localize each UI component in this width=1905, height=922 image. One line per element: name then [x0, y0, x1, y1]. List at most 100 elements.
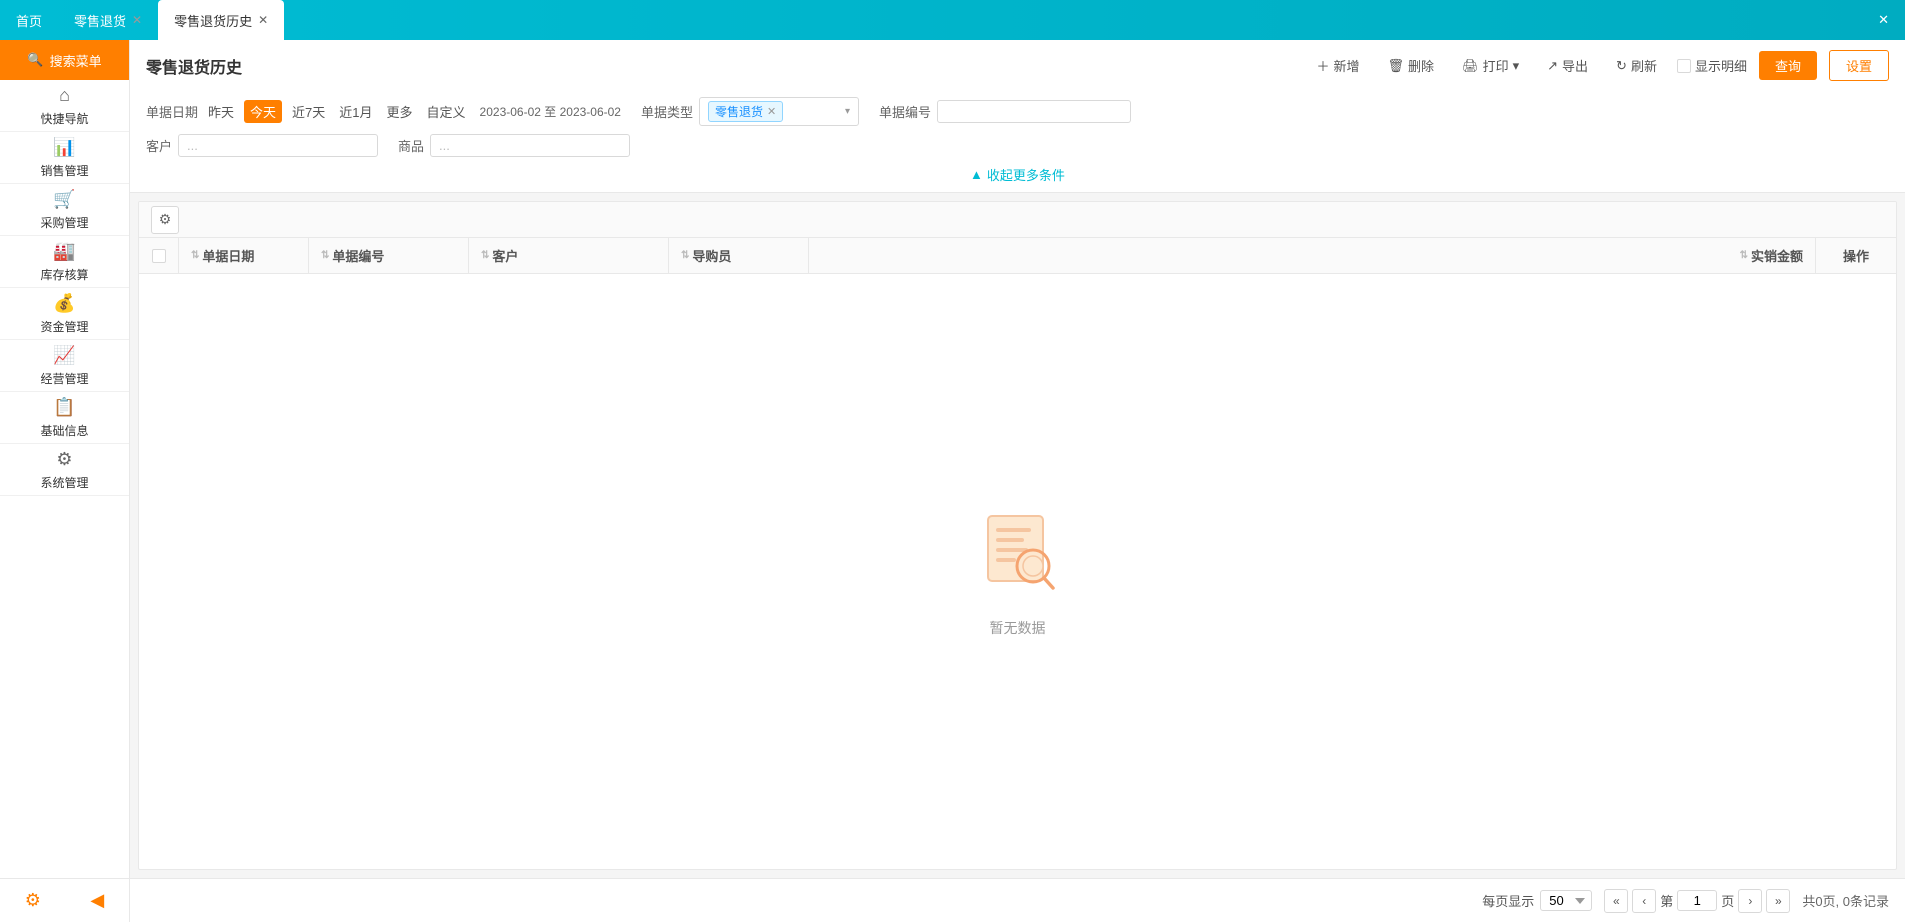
page-label: 第 — [1660, 891, 1673, 910]
th-guide-label: 导购员 — [692, 246, 731, 265]
delete-button[interactable]: 🗑 删除 — [1380, 52, 1443, 79]
th-order-num-label: 单据编号 — [332, 246, 384, 265]
print-icon: 🖨 — [1462, 58, 1479, 74]
sidebar-search[interactable]: 🔍 搜索菜单 — [0, 40, 129, 80]
empty-text: 暂无数据 — [990, 618, 1046, 638]
sidebar-item-label: 经营管理 — [40, 370, 88, 387]
date-opt-custom[interactable]: 自定义 — [423, 100, 470, 123]
refresh-button[interactable]: ↻ 刷新 — [1608, 52, 1665, 79]
add-label: 新增 — [1334, 56, 1360, 75]
system-icon: ⚙ — [56, 449, 72, 470]
th-amount-label: 实销金额 — [1751, 246, 1803, 265]
refresh-icon: ↻ — [1616, 58, 1627, 74]
page-last-btn[interactable]: » — [1766, 889, 1790, 913]
sidebar-item-quick-nav[interactable]: ⌂ 快捷导航 — [0, 80, 129, 132]
export-button[interactable]: ↗ 导出 — [1539, 52, 1596, 79]
order-num-label: 单据编号 — [879, 102, 931, 121]
page-next-btn[interactable]: › — [1738, 889, 1762, 913]
sidebar-item-inventory[interactable]: 🏭 库存核算 — [0, 236, 129, 288]
type-filter: 单据类型 零售退货 ✕ ▾ — [641, 97, 859, 126]
th-checkbox — [139, 238, 179, 273]
header-checkbox[interactable] — [152, 249, 166, 263]
inventory-icon: 🏭 — [53, 241, 75, 262]
main-layout: 🔍 搜索菜单 ⌂ 快捷导航 📊 销售管理 🛒 采购管理 🏭 库存核算 💰 — [0, 40, 1905, 922]
customer-select[interactable]: ... — [178, 134, 378, 157]
th-guide[interactable]: ⇅ 导购员 — [669, 238, 809, 273]
sort-amount-icon: ⇅ — [1740, 250, 1748, 261]
settings-button[interactable]: 设置 — [1829, 50, 1889, 81]
sidebar-item-business[interactable]: 📈 经营管理 — [0, 340, 129, 392]
delete-icon: 🗑 — [1388, 58, 1405, 74]
sidebar-item-label: 销售管理 — [40, 162, 88, 179]
quick-nav-icon: ⌂ — [59, 85, 70, 106]
table-settings-btn[interactable]: ⚙ — [151, 206, 179, 234]
sidebar-item-system[interactable]: ⚙ 系统管理 — [0, 444, 129, 496]
collapse-filter-btn[interactable]: ▲ 收起更多条件 — [146, 165, 1889, 184]
export-label: 导出 — [1562, 56, 1588, 75]
date-range-value: 2023-06-02 至 2023-06-02 — [480, 103, 621, 120]
sidebar-collapse-icon[interactable]: ◀ — [90, 890, 104, 911]
show-detail-toggle[interactable]: 显示明细 — [1677, 56, 1747, 75]
sidebar-settings-icon[interactable]: ⚙ — [25, 890, 41, 911]
tab-retail-return-close[interactable]: ✕ — [132, 13, 142, 27]
page-nav: « ‹ 第 页 › » — [1604, 889, 1790, 913]
filter-row-2: 客户 ... 商品 ... — [146, 134, 1889, 157]
date-filter-label: 单据日期 — [146, 102, 198, 121]
tab-retail-return-history-close[interactable]: ✕ — [258, 13, 268, 27]
page-input[interactable] — [1677, 890, 1717, 911]
date-opt-yesterday[interactable]: 昨天 — [204, 100, 238, 123]
page-prev-btn[interactable]: ‹ — [1632, 889, 1656, 913]
query-button[interactable]: 查询 — [1759, 51, 1817, 80]
filter-row-1: 单据日期 昨天 今天 近7天 近1月 更多 自定义 2023-06-02 至 2… — [146, 97, 1889, 126]
date-opt-last7[interactable]: 近7天 — [288, 100, 329, 123]
date-opt-last1m[interactable]: 近1月 — [335, 100, 376, 123]
order-num-filter: 单据编号 — [879, 100, 1131, 123]
th-customer[interactable]: ⇅ 客户 — [469, 238, 669, 273]
show-detail-label: 显示明细 — [1695, 56, 1747, 75]
print-button[interactable]: 🖨 打印 ▾ — [1454, 52, 1527, 79]
tab-retail-return-history-label: 零售退货历史 — [174, 11, 252, 30]
date-opt-today[interactable]: 今天 — [244, 100, 282, 123]
tab-retail-return-history[interactable]: 零售退货历史 ✕ — [158, 0, 284, 40]
goods-filter: 商品 ... — [398, 134, 630, 157]
page-title: 零售退货历史 — [146, 54, 242, 78]
th-order-num[interactable]: ⇅ 单据编号 — [309, 238, 469, 273]
type-tag-remove[interactable]: ✕ — [767, 105, 776, 118]
type-select[interactable]: 零售退货 ✕ ▾ — [699, 97, 859, 126]
page-header-top: 零售退货历史 ＋ 新增 🗑 删除 🖨 打印 ▾ — [146, 50, 1889, 81]
tab-list: 首页 零售退货 ✕ 零售退货历史 ✕ — [0, 0, 1878, 40]
sort-guide-icon: ⇅ — [681, 250, 689, 261]
tab-home[interactable]: 首页 — [0, 0, 58, 40]
page-header: 零售退货历史 ＋ 新增 🗑 删除 🖨 打印 ▾ — [130, 40, 1905, 193]
tab-home-label: 首页 — [16, 11, 42, 30]
sidebar-item-label: 快捷导航 — [40, 110, 88, 127]
sidebar-item-purchase-mgmt[interactable]: 🛒 采购管理 — [0, 184, 129, 236]
show-detail-checkbox[interactable] — [1677, 59, 1691, 73]
tab-retail-return[interactable]: 零售退货 ✕ — [58, 0, 158, 40]
table-container: ⚙ ⇅ 单据日期 ⇅ 单据编号 ⇅ 客户 — [138, 201, 1897, 870]
goods-select[interactable]: ... — [430, 134, 630, 157]
empty-icon — [968, 506, 1068, 606]
th-amount[interactable]: ⇅ 实销金额 — [809, 238, 1816, 273]
customer-label: 客户 — [146, 136, 172, 155]
th-date-label: 单据日期 — [202, 246, 254, 265]
sidebar-item-finance[interactable]: 💰 资金管理 — [0, 288, 129, 340]
sales-mgmt-icon: 📊 — [53, 137, 75, 158]
sidebar-item-basic-info[interactable]: 📋 基础信息 — [0, 392, 129, 444]
header-actions: ＋ 新增 🗑 删除 🖨 打印 ▾ ↗ 导出 — [1308, 50, 1889, 81]
date-opt-more[interactable]: 更多 — [383, 100, 417, 123]
page-size-dropdown[interactable]: 20 50 100 — [1540, 890, 1592, 911]
sidebar-item-sales-mgmt[interactable]: 📊 销售管理 — [0, 132, 129, 184]
page-first-btn[interactable]: « — [1604, 889, 1628, 913]
sidebar-item-label: 资金管理 — [40, 318, 88, 335]
order-num-input[interactable] — [937, 100, 1131, 123]
table-header: ⇅ 单据日期 ⇅ 单据编号 ⇅ 客户 ⇅ 导购员 ⇅ 实销金额 — [139, 238, 1896, 274]
print-dropdown-icon: ▾ — [1513, 58, 1520, 74]
sidebar-nav: ⌂ 快捷导航 📊 销售管理 🛒 采购管理 🏭 库存核算 💰 资金管理 📈 — [0, 80, 129, 878]
th-date[interactable]: ⇅ 单据日期 — [179, 238, 309, 273]
sidebar-item-label: 库存核算 — [40, 266, 88, 283]
sidebar-item-label: 系统管理 — [40, 474, 88, 491]
window-close-btn[interactable]: ✕ — [1878, 12, 1905, 28]
sidebar-bottom: ⚙ ◀ — [0, 878, 129, 922]
add-button[interactable]: ＋ 新增 — [1308, 52, 1367, 79]
